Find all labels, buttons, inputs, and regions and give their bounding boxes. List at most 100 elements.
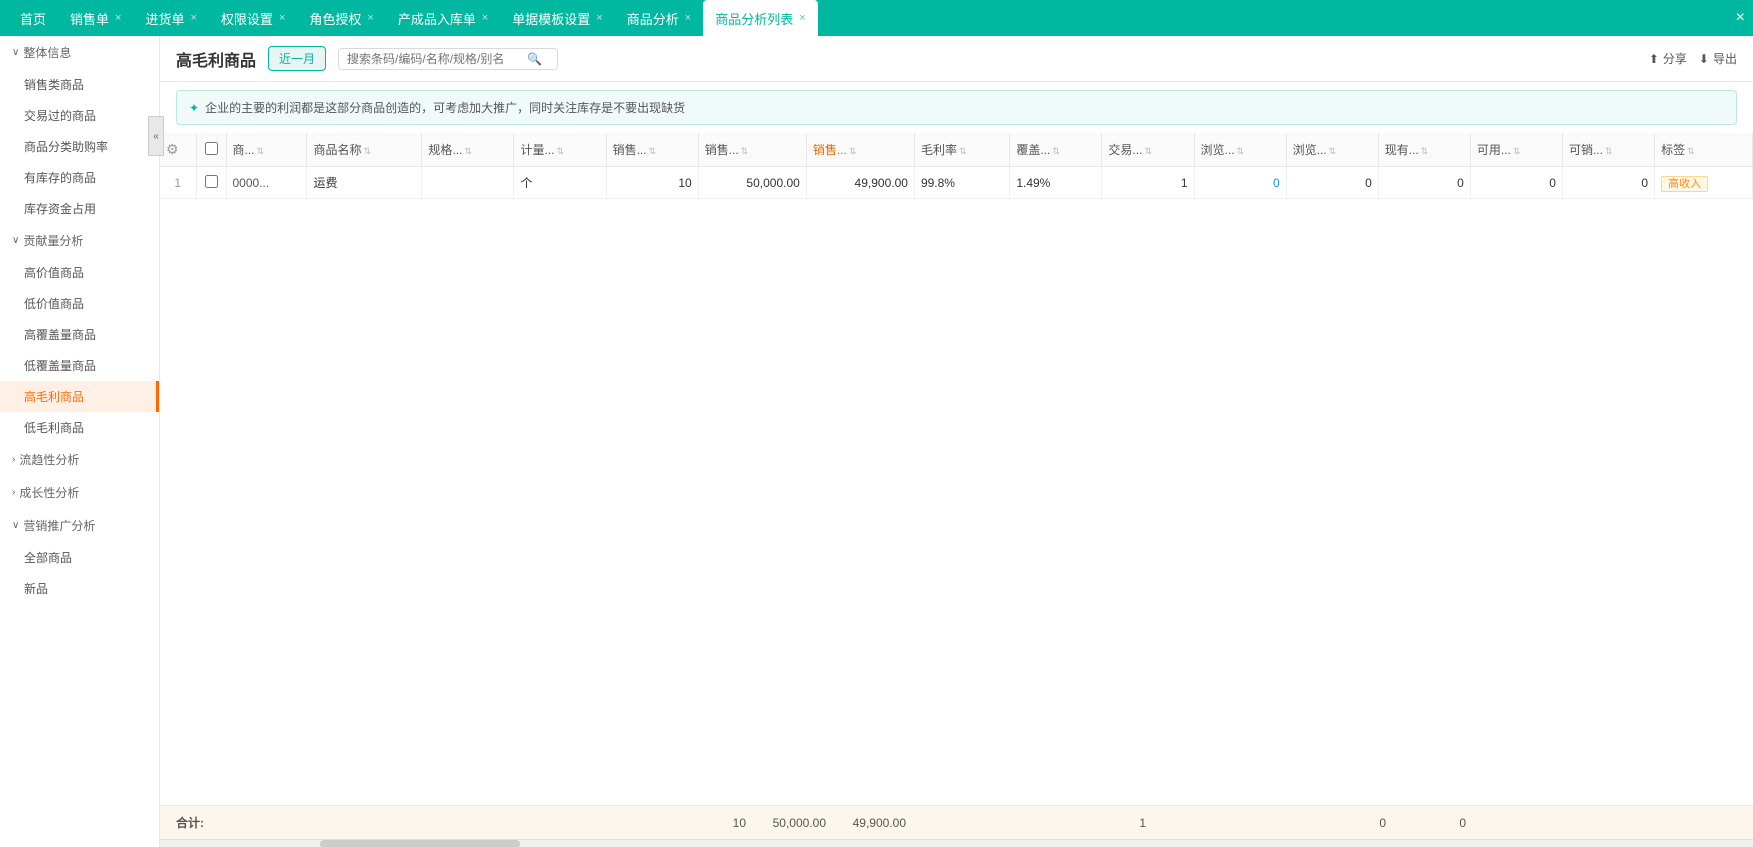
- close-icon[interactable]: ×: [482, 12, 488, 24]
- col-current[interactable]: 现有...⇅: [1378, 133, 1470, 167]
- content-area: 高毛利商品 近一月 🔍 ⬆ 分享 ⬇ 导出 ✦ 企业的主要的利润都是这部分商品创…: [160, 36, 1753, 847]
- col-saleable[interactable]: 可销...⇅: [1562, 133, 1654, 167]
- sidebar-item-high-coverage[interactable]: 高覆盖量商品: [0, 319, 159, 350]
- col-tag[interactable]: 标签⇅: [1655, 133, 1753, 167]
- row-coverage: 1.49%: [1010, 167, 1102, 199]
- sort-icon: ⇅: [1144, 146, 1152, 156]
- footer-available: 0: [1392, 816, 1472, 830]
- close-icon[interactable]: ×: [367, 12, 373, 24]
- col-unit[interactable]: 计量...⇅: [514, 133, 606, 167]
- row-browse1[interactable]: 0: [1194, 167, 1286, 199]
- col-available[interactable]: 可用...⇅: [1470, 133, 1562, 167]
- sidebar-section-growth[interactable]: › 成长性分析: [0, 476, 159, 509]
- footer-sales-profit: 49,900.00: [832, 816, 912, 830]
- select-all-checkbox[interactable]: [205, 142, 218, 155]
- col-sales-profit[interactable]: 销售...⇅: [806, 133, 914, 167]
- row-unit: 个: [514, 167, 606, 199]
- nav-role[interactable]: 角色授权 ×: [297, 0, 385, 36]
- sort-icon: ⇅: [257, 146, 265, 156]
- page-title: 高毛利商品: [176, 47, 256, 71]
- sidebar-section-flow[interactable]: › 流趋性分析: [0, 443, 159, 476]
- col-name[interactable]: 商品名称⇅: [307, 133, 422, 167]
- sidebar-section-marketing[interactable]: ∨ 营销推广分析: [0, 509, 159, 542]
- window-close-button[interactable]: ×: [1736, 9, 1745, 27]
- sidebar-item-low-value[interactable]: 低价值商品: [0, 288, 159, 319]
- sort-icon: ⇅: [1513, 146, 1521, 156]
- sidebar-collapse-button[interactable]: «: [148, 116, 164, 156]
- col-browse2[interactable]: 浏览...⇅: [1286, 133, 1378, 167]
- table-footer: 合计: 10 50,000.00 49,900.00 1 0 0: [160, 805, 1753, 839]
- nav-template[interactable]: 单据模板设置 ×: [500, 0, 614, 36]
- close-icon[interactable]: ×: [115, 12, 121, 24]
- footer-label: 合计:: [176, 814, 376, 831]
- table-row: 1 0000... 运费 个 10 50,000.00 49,900.00 99…: [160, 167, 1753, 199]
- row-tag: 高收入: [1655, 167, 1753, 199]
- footer-sales-amt: 50,000.00: [752, 816, 832, 830]
- share-button[interactable]: ⬆ 分享: [1649, 50, 1687, 67]
- sidebar-item-stock-capital[interactable]: 库存资金占用: [0, 193, 159, 224]
- row-sales-profit: 49,900.00: [806, 167, 914, 199]
- row-checkbox[interactable]: [196, 167, 226, 199]
- col-trade[interactable]: 交易...⇅: [1102, 133, 1194, 167]
- settings-column-header[interactable]: ⚙: [160, 133, 196, 167]
- sidebar-item-all-goods[interactable]: 全部商品: [0, 542, 159, 573]
- row-current: 0: [1378, 167, 1470, 199]
- search-icon[interactable]: 🔍: [527, 52, 542, 66]
- sort-icon: ⇅: [649, 146, 657, 156]
- sort-icon: ⇅: [1421, 146, 1429, 156]
- sort-icon: ⇅: [1237, 146, 1245, 156]
- search-box: 🔍: [338, 48, 558, 70]
- sidebar-item-in-stock[interactable]: 有库存的商品: [0, 162, 159, 193]
- col-gross-margin[interactable]: 毛利率⇅: [914, 133, 1009, 167]
- chevron-right-icon: ›: [12, 454, 15, 465]
- col-spec[interactable]: 规格...⇅: [422, 133, 514, 167]
- nav-product-analysis-list[interactable]: 商品分析列表 ×: [703, 0, 817, 36]
- row-qty: 10: [606, 167, 698, 199]
- nav-product-analysis[interactable]: 商品分析 ×: [615, 0, 703, 36]
- nav-product-in[interactable]: 产成品入库单 ×: [386, 0, 500, 36]
- horizontal-scrollbar[interactable]: [160, 839, 1753, 847]
- sidebar-item-low-coverage[interactable]: 低覆盖量商品: [0, 350, 159, 381]
- col-browse1[interactable]: 浏览...⇅: [1194, 133, 1286, 167]
- sort-icon: ⇅: [1329, 146, 1337, 156]
- scrollbar-thumb[interactable]: [320, 840, 520, 847]
- nav-home[interactable]: 首页: [8, 0, 58, 36]
- nav-purchase[interactable]: 进货单 ×: [133, 0, 208, 36]
- col-coverage[interactable]: 覆盖...⇅: [1010, 133, 1102, 167]
- sidebar-item-high-margin[interactable]: 高毛利商品: [0, 381, 159, 412]
- close-icon[interactable]: ×: [685, 12, 691, 24]
- search-input[interactable]: [347, 52, 527, 66]
- close-icon[interactable]: ×: [799, 12, 805, 24]
- col-sales-amt[interactable]: 销售...⇅: [698, 133, 806, 167]
- data-table-container[interactable]: ⚙ 商...⇅ 商品名称⇅ 规格...⇅ 计量...⇅ 销售...⇅ 销售...…: [160, 133, 1753, 805]
- close-icon[interactable]: ×: [190, 12, 196, 24]
- close-icon[interactable]: ×: [279, 12, 285, 24]
- sort-icon: ⇅: [556, 146, 564, 156]
- sort-icon: ⇅: [1605, 146, 1613, 156]
- row-spec: [422, 167, 514, 199]
- sort-icon: ⇅: [363, 146, 371, 156]
- sidebar-item-low-margin[interactable]: 低毛利商品: [0, 412, 159, 443]
- sidebar-item-new-goods[interactable]: 新品: [0, 573, 159, 604]
- sidebar-item-sales-goods[interactable]: 销售类商品: [0, 69, 159, 100]
- sidebar-section-overall[interactable]: ∨ 整体信息: [0, 36, 159, 69]
- data-table: ⚙ 商...⇅ 商品名称⇅ 规格...⇅ 计量...⇅ 销售...⇅ 销售...…: [160, 133, 1753, 199]
- sidebar-item-category-rate[interactable]: 商品分类助购率: [0, 131, 159, 162]
- export-button[interactable]: ⬇ 导出: [1699, 50, 1737, 67]
- footer-current: 0: [1312, 816, 1392, 830]
- filter-recent-month-button[interactable]: 近一月: [268, 46, 326, 71]
- sidebar-section-contribution[interactable]: ∨ 贡献量分析: [0, 224, 159, 257]
- col-code[interactable]: 商...⇅: [226, 133, 307, 167]
- top-navigation: 首页 销售单 × 进货单 × 权限设置 × 角色授权 × 产成品入库单 × 单据…: [0, 0, 1753, 36]
- sidebar-item-high-value[interactable]: 高价值商品: [0, 257, 159, 288]
- nav-sales[interactable]: 销售单 ×: [58, 0, 133, 36]
- settings-icon[interactable]: ⚙: [166, 141, 179, 157]
- sort-icon: ⇅: [959, 146, 967, 156]
- nav-permission[interactable]: 权限设置 ×: [209, 0, 297, 36]
- export-icon: ⬇: [1699, 52, 1709, 66]
- col-qty[interactable]: 销售...⇅: [606, 133, 698, 167]
- sidebar-item-traded-goods[interactable]: 交易过的商品: [0, 100, 159, 131]
- sidebar: ∨ 整体信息 销售类商品 交易过的商品 商品分类助购率 有库存的商品 库存资金占…: [0, 36, 160, 847]
- header-actions: ⬆ 分享 ⬇ 导出: [1649, 50, 1737, 67]
- close-icon[interactable]: ×: [596, 12, 602, 24]
